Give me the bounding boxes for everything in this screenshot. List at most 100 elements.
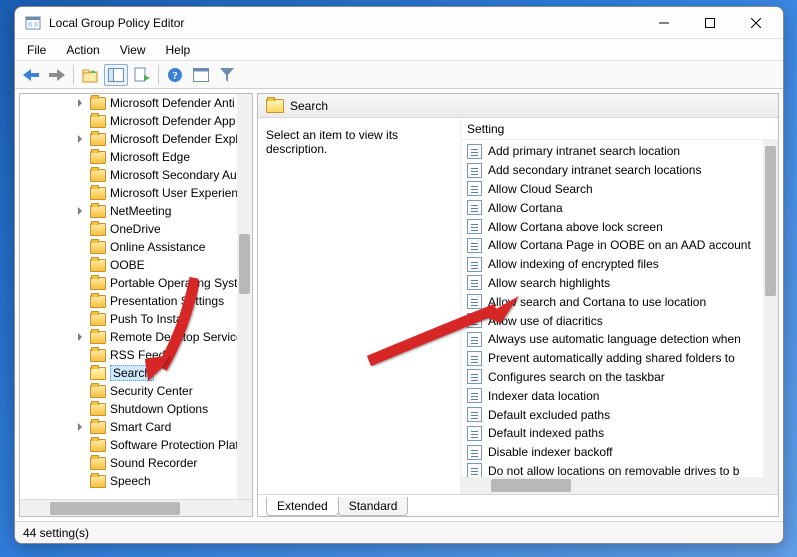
tab-standard[interactable]: Standard [338,497,409,516]
setting-row[interactable]: Allow indexing of encrypted files [461,255,778,274]
setting-label: Disable indexer backoff [488,445,613,459]
setting-label: Allow use of diacritics [488,314,603,328]
tree-item[interactable]: Shutdown Options [20,400,252,418]
nav-back-button[interactable] [19,64,43,86]
policy-setting-icon [467,181,482,196]
tree-item[interactable]: Microsoft Edge [20,148,252,166]
export-list-button[interactable] [130,64,154,86]
policy-setting-icon [467,238,482,253]
description-column: Select an item to view its description. [258,118,460,494]
maximize-button[interactable] [687,7,733,38]
tree-item-label: Presentation Settings [110,294,224,308]
tree-item[interactable]: Smart Card [20,418,252,436]
setting-row[interactable]: Allow search highlights [461,274,778,293]
setting-row[interactable]: Prevent automatically adding shared fold… [461,349,778,368]
tree-item[interactable]: Remote Desktop Service [20,328,252,346]
folder-icon [90,133,106,146]
folder-icon [90,187,106,200]
menu-view[interactable]: View [110,41,156,59]
menu-action[interactable]: Action [56,41,109,59]
setting-row[interactable]: Add secondary intranet search locations [461,161,778,180]
nav-forward-button[interactable] [45,64,69,86]
tree-item-label: Microsoft Edge [110,150,190,164]
folder-icon [90,223,106,236]
tree-item[interactable]: OOBE [20,256,252,274]
tree-item[interactable]: Microsoft Secondary Aut [20,166,252,184]
tree-vertical-scrollbar[interactable] [237,94,252,499]
tab-extended[interactable]: Extended [266,497,339,516]
tree-item[interactable]: Search [20,364,252,382]
column-header-setting[interactable]: Setting [461,118,778,140]
setting-row[interactable]: Add primary intranet search location [461,142,778,161]
tree-item[interactable]: Microsoft Defender Anti [20,94,252,112]
tree-item[interactable]: NetMeeting [20,202,252,220]
settings-horizontal-scrollbar[interactable] [461,477,778,494]
policy-setting-icon [467,388,482,403]
setting-label: Allow Cortana Page in OOBE on an AAD acc… [488,238,751,252]
tree-item-label: Portable Operating Syste [110,276,244,290]
setting-row[interactable]: Always use automatic language detection … [461,330,778,349]
settings-list[interactable]: Add primary intranet search location Add … [461,140,778,477]
tree-item[interactable]: Speech [20,472,252,490]
app-icon [25,15,41,31]
filter-button[interactable] [215,64,239,86]
setting-row[interactable]: Do not allow locations on removable driv… [461,462,778,477]
setting-row[interactable]: Allow Cortana [461,198,778,217]
properties-button[interactable] [189,64,213,86]
policy-setting-icon [467,144,482,159]
folder-icon [90,331,106,344]
tree-item[interactable]: RSS Feeds [20,346,252,364]
folder-icon [90,313,106,326]
up-one-level-button[interactable] [78,64,102,86]
tree-item-label: Security Center [110,384,193,398]
policy-setting-icon [467,219,482,234]
setting-row[interactable]: Disable indexer backoff [461,443,778,462]
tree-item[interactable]: Presentation Settings [20,292,252,310]
minimize-button[interactable] [641,7,687,38]
setting-row[interactable]: Allow search and Cortana to use location [461,292,778,311]
setting-row[interactable]: Indexer data location [461,386,778,405]
tree-item-label: Search [110,365,154,381]
tree-item[interactable]: Security Center [20,382,252,400]
setting-row[interactable]: Configures search on the taskbar [461,368,778,387]
tree-item-label: NetMeeting [110,204,171,218]
folder-icon [90,151,106,164]
tree-item-label: Software Protection Platf [110,438,242,452]
menu-help[interactable]: Help [156,41,201,59]
help-button[interactable]: ? [163,64,187,86]
tree-item[interactable]: Sound Recorder [20,454,252,472]
toolbar: ? [15,61,783,89]
setting-row[interactable]: Allow Cortana Page in OOBE on an AAD acc… [461,236,778,255]
show-hide-tree-button[interactable] [104,64,128,86]
setting-label: Allow search highlights [488,276,610,290]
close-button[interactable] [733,7,779,38]
tree-item[interactable]: Push To Install [20,310,252,328]
tree-item[interactable]: Microsoft Defender Expl [20,130,252,148]
menu-file[interactable]: File [17,41,56,59]
tree-scroll[interactable]: Microsoft Defender AntiMicrosoft Defende… [20,94,252,499]
setting-row[interactable]: Default indexed paths [461,424,778,443]
tree-item[interactable]: Portable Operating Syste [20,274,252,292]
policy-setting-icon [467,351,482,366]
folder-icon [90,349,106,362]
setting-row[interactable]: Allow Cloud Search [461,180,778,199]
statusbar: 44 setting(s) [15,521,783,543]
settings-vertical-scrollbar[interactable] [763,140,778,477]
setting-row[interactable]: Allow use of diacritics [461,311,778,330]
folder-icon [90,421,106,434]
policy-setting-icon [467,426,482,441]
folder-icon [90,115,106,128]
folder-open-icon [266,99,284,113]
setting-label: Add secondary intranet search locations [488,163,701,177]
tree-item[interactable]: Microsoft Defender App [20,112,252,130]
tree-horizontal-scrollbar[interactable] [20,499,252,516]
tree-item[interactable]: OneDrive [20,220,252,238]
setting-row[interactable]: Default excluded paths [461,405,778,424]
policy-setting-icon [467,275,482,290]
tree-item[interactable]: Online Assistance [20,238,252,256]
details-banner-title: Search [290,99,328,113]
tree-item[interactable]: Software Protection Platf [20,436,252,454]
tree-item[interactable]: Microsoft User Experienc [20,184,252,202]
setting-row[interactable]: Allow Cortana above lock screen [461,217,778,236]
setting-label: Prevent automatically adding shared fold… [488,351,735,365]
